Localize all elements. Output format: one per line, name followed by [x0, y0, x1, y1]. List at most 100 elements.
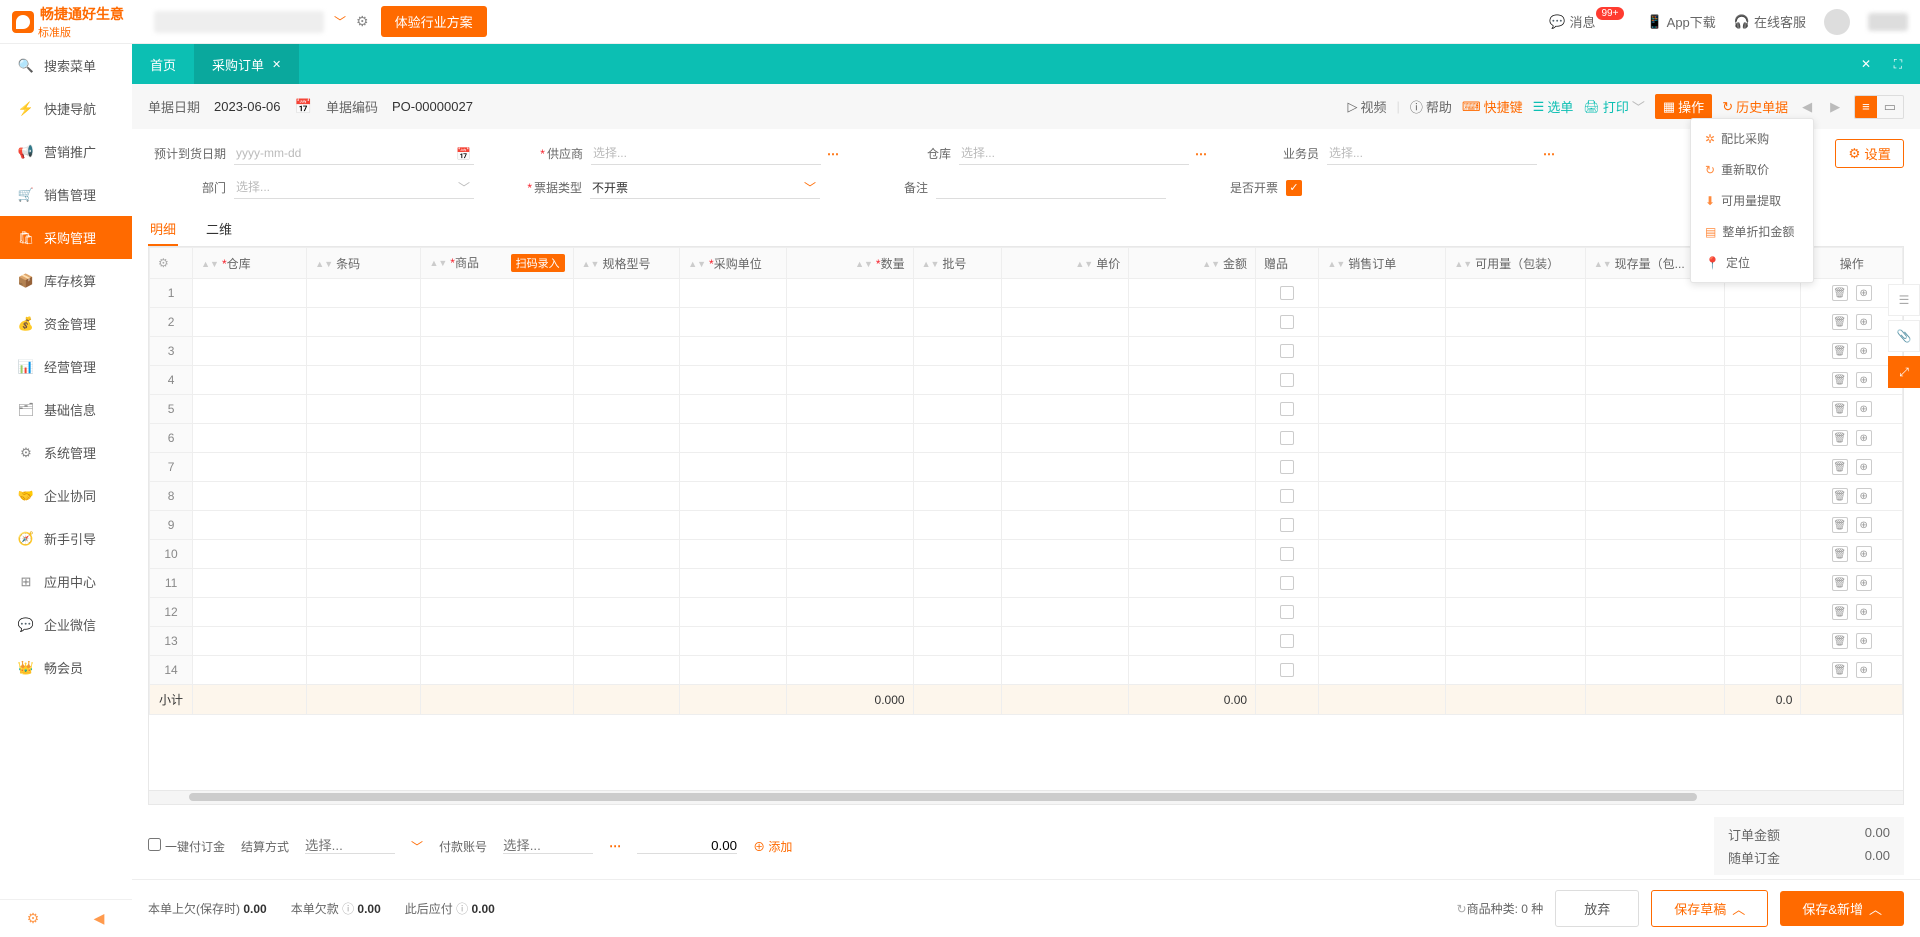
copy-row-icon[interactable]: ⊕	[1856, 343, 1872, 359]
col-header[interactable]: ▲▼*仓库	[193, 248, 307, 279]
dropdown-whole-discount[interactable]: ▤整单折扣金额	[1691, 216, 1813, 247]
gift-checkbox[interactable]	[1280, 460, 1294, 474]
pay-account-input[interactable]	[503, 838, 593, 854]
gift-checkbox[interactable]	[1280, 605, 1294, 619]
scan-badge[interactable]: 扫码录入	[511, 254, 565, 272]
info-icon[interactable]: ⓘ	[342, 902, 354, 916]
help-link[interactable]: ⓘ帮助	[1410, 97, 1452, 116]
gift-checkbox[interactable]	[1280, 286, 1294, 300]
next-doc-icon[interactable]: ▶	[1826, 99, 1844, 115]
col-header[interactable]: ▲▼批号	[913, 248, 1002, 279]
gift-checkbox[interactable]	[1280, 663, 1294, 677]
sidebar-item-9[interactable]: ⚙系统管理	[0, 431, 132, 474]
delete-row-icon[interactable]: 🗑	[1832, 430, 1848, 446]
copy-row-icon[interactable]: ⊕	[1856, 575, 1872, 591]
sidebar-item-6[interactable]: 💰资金管理	[0, 302, 132, 345]
copy-row-icon[interactable]: ⊕	[1856, 604, 1872, 620]
copy-row-icon[interactable]: ⊕	[1856, 372, 1872, 388]
sort-icon[interactable]: ▲▼	[1202, 262, 1220, 267]
pay-amount-input[interactable]	[637, 838, 737, 854]
table-row[interactable]: 3🗑⊕	[150, 337, 1903, 366]
sort-icon[interactable]: ▲▼	[1075, 262, 1093, 267]
calendar-icon[interactable]: 📅	[295, 98, 312, 115]
shortcut-link[interactable]: ⌨快捷键	[1462, 97, 1523, 116]
table-row[interactable]: 11🗑⊕	[150, 569, 1903, 598]
print-link[interactable]: 🖨打印﹀	[1583, 97, 1645, 116]
abandon-button[interactable]: 放弃	[1555, 890, 1639, 927]
delete-row-icon[interactable]: 🗑	[1832, 633, 1848, 649]
delete-row-icon[interactable]: 🗑	[1832, 488, 1848, 504]
col-header[interactable]: ▲▼条码	[307, 248, 421, 279]
delete-row-icon[interactable]: 🗑	[1832, 604, 1848, 620]
copy-row-icon[interactable]: ⊕	[1856, 430, 1872, 446]
subtab-detail[interactable]: 明细	[148, 213, 178, 246]
save-draft-button[interactable]: 保存草稿︿	[1651, 890, 1768, 927]
deposit-checkbox[interactable]	[148, 838, 161, 851]
chevron-down-icon[interactable]: ﹀	[411, 838, 423, 855]
clerk-lookup-icon[interactable]: ⋯	[1543, 147, 1555, 161]
trial-button[interactable]: 体验行业方案	[381, 6, 487, 37]
sidebar-item-11[interactable]: 🧭新手引导	[0, 517, 132, 560]
table-row[interactable]: 4🗑⊕	[150, 366, 1903, 395]
table-row[interactable]: 1🗑⊕	[150, 279, 1903, 308]
account-lookup-icon[interactable]: ⋯	[609, 839, 621, 853]
history-link[interactable]: ↻历史单据	[1722, 97, 1788, 116]
col-header[interactable]: ▲▼销售订单	[1319, 248, 1446, 279]
tab-home[interactable]: 首页	[132, 44, 194, 84]
table-row[interactable]: 9🗑⊕	[150, 511, 1903, 540]
table-row[interactable]: 13🗑⊕	[150, 627, 1903, 656]
sort-icon[interactable]: ▲▼	[688, 262, 706, 267]
save-new-button[interactable]: 保存&新增︿	[1780, 891, 1904, 926]
delete-row-icon[interactable]: 🗑	[1832, 662, 1848, 678]
settings-button[interactable]: ⚙设置	[1835, 139, 1904, 168]
tab-close-all-icon[interactable]: ✕	[1852, 50, 1880, 78]
gift-checkbox[interactable]	[1280, 489, 1294, 503]
copy-row-icon[interactable]: ⊕	[1856, 401, 1872, 417]
gift-checkbox[interactable]	[1280, 344, 1294, 358]
table-row[interactable]: 7🗑⊕	[150, 453, 1903, 482]
sidebar-settings-icon[interactable]: ⚙	[0, 900, 66, 937]
expect-date-input[interactable]	[234, 142, 474, 165]
copy-row-icon[interactable]: ⊕	[1856, 633, 1872, 649]
tab-fullscreen-icon[interactable]: ⛶	[1884, 50, 1912, 78]
chevron-down-icon[interactable]: ﹀	[804, 179, 816, 196]
sidebar-item-8[interactable]: 🗂基础信息	[0, 388, 132, 431]
rail-note-icon[interactable]: ☰	[1888, 284, 1920, 316]
table-row[interactable]: 10🗑⊕	[150, 540, 1903, 569]
dropdown-available-fetch[interactable]: ⬇可用量提取	[1691, 185, 1813, 216]
calendar-icon[interactable]: 📅	[456, 147, 471, 161]
copy-row-icon[interactable]: ⊕	[1856, 488, 1872, 504]
subtab-2d[interactable]: 二维	[204, 213, 234, 246]
sidebar-item-3[interactable]: 🛒销售管理	[0, 173, 132, 216]
sort-icon[interactable]: ▲▼	[429, 261, 447, 266]
invoice-type-input[interactable]	[590, 176, 820, 199]
gift-checkbox[interactable]	[1280, 576, 1294, 590]
sort-icon[interactable]: ▲▼	[1327, 262, 1345, 267]
close-icon[interactable]: ✕	[272, 58, 281, 71]
sidebar-item-1[interactable]: ⚡快捷导航	[0, 87, 132, 130]
col-header[interactable]: ▲▼*商品扫码录入	[421, 248, 573, 279]
avatar[interactable]	[1824, 9, 1850, 35]
add-payment-link[interactable]: ⊕ 添加	[753, 838, 792, 855]
col-header[interactable]: ▲▼规格型号	[573, 248, 680, 279]
gift-checkbox[interactable]	[1280, 518, 1294, 532]
supplier-input[interactable]	[591, 142, 821, 165]
copy-row-icon[interactable]: ⊕	[1856, 285, 1872, 301]
table-row[interactable]: 12🗑⊕	[150, 598, 1903, 627]
delete-row-icon[interactable]: 🗑	[1832, 546, 1848, 562]
dropdown-ratio-purchase[interactable]: ✲配比采购	[1691, 123, 1813, 154]
delete-row-icon[interactable]: 🗑	[1832, 575, 1848, 591]
settings-gear-icon[interactable]: ⚙	[356, 13, 369, 30]
sidebar-item-2[interactable]: 📢营销推广	[0, 130, 132, 173]
gift-checkbox[interactable]	[1280, 373, 1294, 387]
sidebar-item-7[interactable]: 📊经营管理	[0, 345, 132, 388]
remark-input[interactable]	[936, 176, 1166, 199]
sidebar-collapse-icon[interactable]: ◀	[66, 900, 132, 937]
sort-icon[interactable]: ▲▼	[922, 262, 940, 267]
supplier-lookup-icon[interactable]: ⋯	[827, 147, 839, 161]
rail-attach-icon[interactable]: 📎	[1888, 320, 1920, 352]
refresh-icon[interactable]: ↻	[1457, 902, 1467, 916]
delete-row-icon[interactable]: 🗑	[1832, 401, 1848, 417]
copy-row-icon[interactable]: ⊕	[1856, 459, 1872, 475]
gift-checkbox[interactable]	[1280, 547, 1294, 561]
